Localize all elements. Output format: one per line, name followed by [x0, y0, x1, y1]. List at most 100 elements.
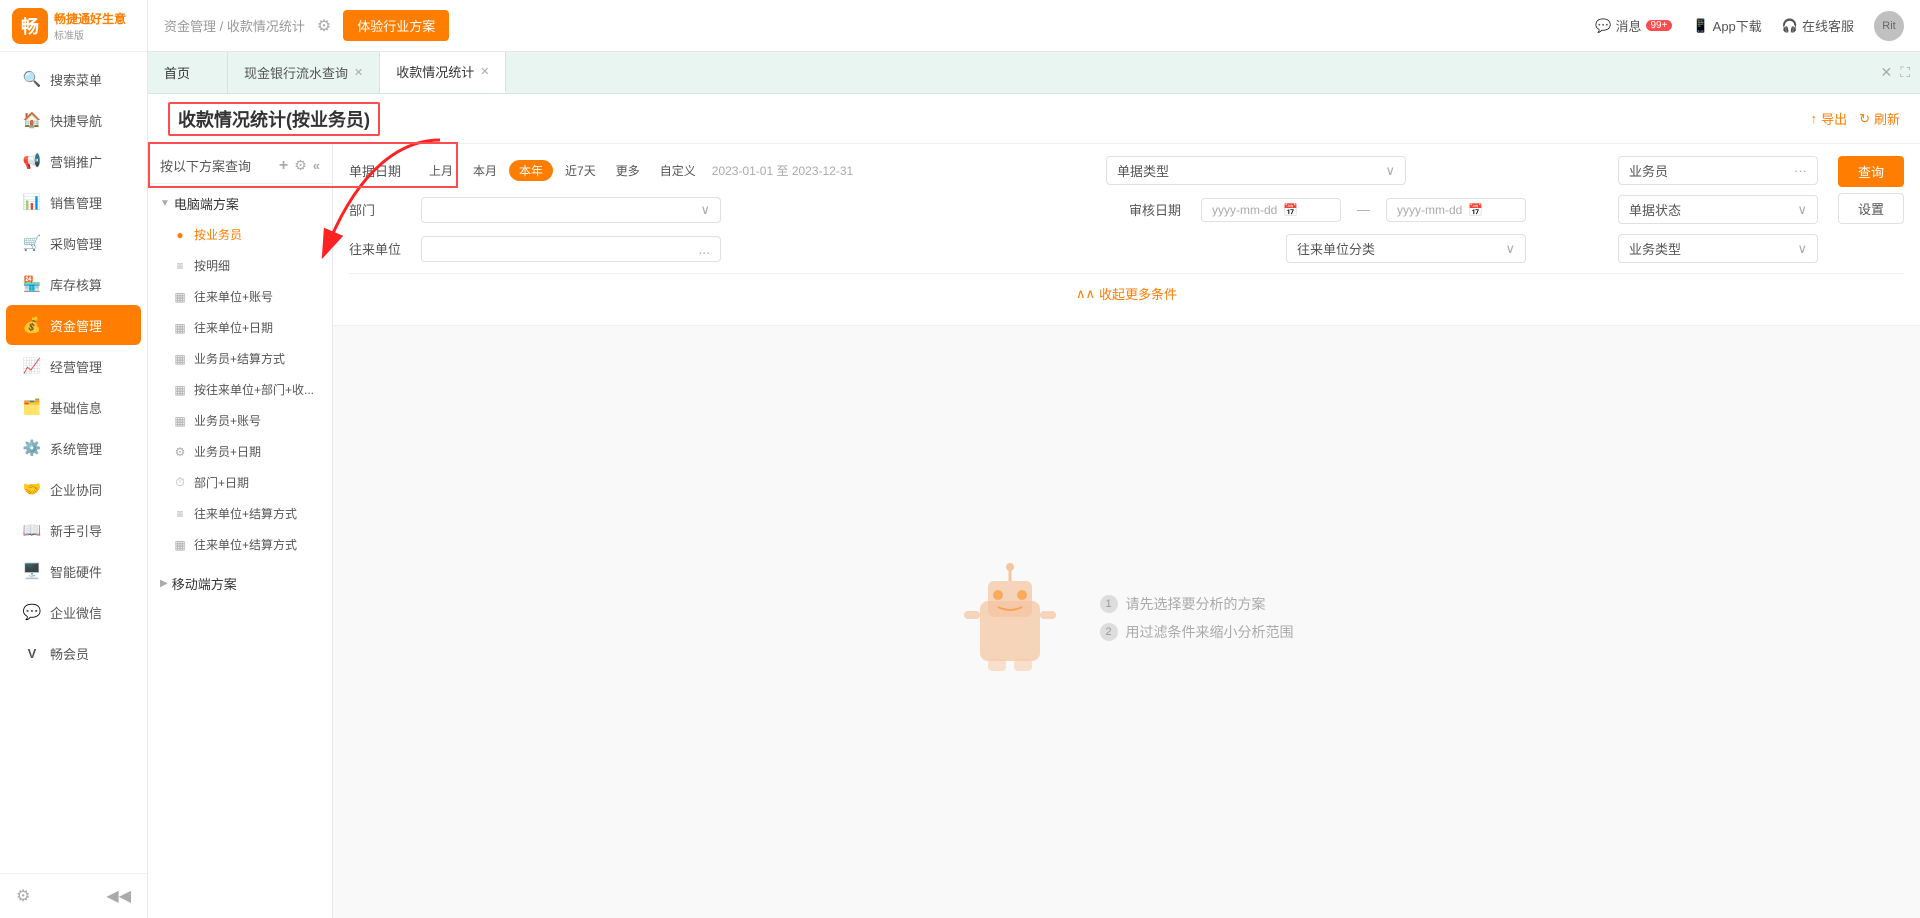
business-type-select[interactable]: 业务类型 ∨ — [1618, 234, 1818, 263]
scheme-item-partner-settlement2[interactable]: ▦ 往来单位+结算方式 — [148, 529, 332, 560]
counterpart-cat-chevron: ∨ — [1505, 241, 1515, 257]
sidebar-item-inventory[interactable]: 🏪 库存核算 — [6, 264, 141, 304]
breadcrumb: 资金管理 / 收款情况统计 — [164, 16, 305, 35]
add-scheme-icon[interactable]: + — [279, 157, 288, 175]
date-label: 单据日期 — [349, 161, 405, 180]
active-scheme-icon: ● — [172, 227, 188, 243]
top-header: 资金管理 / 收款情况统计 ⚙ 体验行业方案 💬 消息 99+ 📱 App下载 … — [148, 0, 1920, 52]
date-tab-this-month[interactable]: 本月 — [465, 160, 505, 181]
empty-step-2: 2 用过滤条件来缩小分析范围 — [1100, 622, 1294, 642]
right-panel: 单据日期 上月 本月 本年 近7天 更多 自定义 2023-01-01 至 20… — [333, 144, 1920, 918]
scheme-item-partner-account[interactable]: ▦ 往来单位+账号 — [148, 281, 332, 312]
close-tab-icon[interactable]: ✕ — [1880, 64, 1892, 81]
message-action[interactable]: 💬 消息 99+ — [1595, 16, 1672, 35]
tab-receipt-stats[interactable]: 收款情况统计 ✕ — [380, 52, 506, 93]
sidebar-item-quick-nav[interactable]: 🏠 快捷导航 — [6, 100, 141, 140]
date-tab-custom[interactable]: 自定义 — [652, 160, 704, 181]
export-button[interactable]: ↑ 导出 — [1811, 109, 1848, 128]
collapse-up-icon: ∧∧ — [1076, 286, 1095, 302]
sidebar-logo: 畅 畅捷通好生意 标准版 — [0, 0, 147, 52]
business-type-chevron: ∨ — [1797, 241, 1807, 257]
empty-state: 1 请先选择要分析的方案 2 用过滤条件来缩小分析范围 — [333, 326, 1920, 918]
date-tab-more[interactable]: 更多 — [608, 160, 648, 181]
empty-step-1: 1 请先选择要分析的方案 — [1100, 594, 1294, 614]
audit-date-from[interactable]: yyyy-mm-dd 📅 — [1201, 198, 1341, 222]
date-tab-this-year[interactable]: 本年 — [509, 160, 553, 181]
query-button[interactable]: 查询 — [1838, 156, 1904, 187]
sidebar-item-marketing[interactable]: 📢 营销推广 — [6, 141, 141, 181]
sidebar-item-basic[interactable]: 🗂️ 基础信息 — [6, 387, 141, 427]
home-icon: 🏠 — [22, 110, 42, 130]
sidebar-item-system[interactable]: ⚙️ 系统管理 — [6, 428, 141, 468]
filter-area: 单据日期 上月 本月 本年 近7天 更多 自定义 2023-01-01 至 20… — [333, 144, 1920, 326]
user-avatar-action[interactable]: Rit — [1874, 11, 1904, 41]
sidebar-item-hardware[interactable]: 🖥️ 智能硬件 — [6, 551, 141, 591]
scheme-item-partner-settlement[interactable]: ≡ 往来单位+结算方式 — [148, 498, 332, 529]
counterpart-category-select[interactable]: 往来单位分类 ∨ — [1286, 234, 1526, 263]
scheme-item-staff-date[interactable]: ⚙ 业务员+日期 — [148, 436, 332, 467]
settings-footer-icon[interactable]: ⚙ — [16, 886, 30, 906]
scheme-item-partner-date[interactable]: ▦ 往来单位+日期 — [148, 312, 332, 343]
voucher-type-select[interactable]: 单据类型 ∨ — [1106, 156, 1406, 185]
sidebar-item-purchase[interactable]: 🛒 采购管理 — [6, 223, 141, 263]
date-tab-last-month[interactable]: 上月 — [421, 160, 461, 181]
date-separator: — — [1357, 202, 1370, 217]
scheme-settings-icon[interactable]: ⚙ — [294, 157, 307, 174]
tab-home[interactable]: 首页 — [148, 52, 228, 93]
message-icon: 💬 — [1595, 18, 1611, 34]
collapse-panel-icon[interactable]: « — [313, 158, 320, 173]
dept-select[interactable]: ∨ — [421, 197, 721, 223]
scheme-item-by-detail[interactable]: ≡ 按明细 — [148, 250, 332, 281]
scheme-group-desktop-title[interactable]: ▼ 电脑端方案 — [148, 188, 332, 219]
setting-button[interactable]: 设置 — [1838, 193, 1904, 224]
page-actions: ↑ 导出 ↻ 刷新 — [1811, 109, 1900, 128]
scheme-group-mobile-title[interactable]: ▶ 移动端方案 — [148, 568, 332, 599]
salesperson-select[interactable]: 业务员 ··· — [1618, 156, 1818, 185]
sidebar-item-guide[interactable]: 📖 新手引导 — [6, 510, 141, 550]
content-area: 按以下方案查询 + ⚙ « ▼ 电脑端方案 ● 按业务员 — [148, 144, 1920, 918]
sidebar-item-search[interactable]: 🔍 搜索菜单 — [6, 59, 141, 99]
scheme-item-staff-account[interactable]: ▦ 业务员+账号 — [148, 405, 332, 436]
date-tab-last7[interactable]: 近7天 — [557, 160, 604, 181]
calendar-icon: 📅 — [1283, 203, 1298, 217]
audit-date-to[interactable]: yyyy-mm-dd 📅 — [1386, 198, 1526, 222]
tab-close-receipt-stats[interactable]: ✕ — [480, 65, 489, 78]
member-icon: V — [22, 643, 42, 663]
scheme-item-staff-settlement[interactable]: ▦ 业务员+结算方式 — [148, 343, 332, 374]
sidebar-item-sales[interactable]: 📊 销售管理 — [6, 182, 141, 222]
detail-icon: ≡ — [172, 258, 188, 274]
maximize-icon[interactable]: ⛶ — [1900, 64, 1910, 81]
basic-icon: 🗂️ — [22, 397, 42, 417]
trial-button[interactable]: 体验行业方案 — [343, 10, 449, 41]
app-download-action[interactable]: 📱 App下载 — [1692, 16, 1761, 35]
sidebar-item-operations[interactable]: 📈 经营管理 — [6, 346, 141, 386]
sidebar-item-enterprise[interactable]: 🤝 企业协同 — [6, 469, 141, 509]
refresh-button[interactable]: ↻ 刷新 — [1859, 109, 1900, 128]
sidebar-item-wechat[interactable]: 💬 企业微信 — [6, 592, 141, 632]
logo-icon: 畅 — [12, 8, 48, 44]
left-panel-header-right: + ⚙ « — [279, 157, 320, 175]
sales-icon: 📊 — [22, 192, 42, 212]
scheme-item-dept-date[interactable]: ⏱ 部门+日期 — [148, 467, 332, 498]
collapse-bar[interactable]: ∧∧ 收起更多条件 — [349, 273, 1904, 313]
step-1-number: 1 — [1100, 595, 1118, 613]
service-icon: 🎧 — [1782, 18, 1798, 34]
chevron-down-icon: ▼ — [160, 198, 170, 209]
voucher-status-select[interactable]: 单据状态 ∨ — [1618, 195, 1818, 224]
counterpart-select[interactable]: ... — [421, 236, 721, 262]
date-range-display: 2023-01-01 至 2023-12-31 — [712, 162, 853, 179]
sidebar-item-member[interactable]: V 畅会员 — [6, 633, 141, 673]
scheme-item-partner-dept[interactable]: ▦ 按往来单位+部门+收... — [148, 374, 332, 405]
scheme-item-by-staff[interactable]: ● 按业务员 — [148, 219, 332, 250]
tab-close-bank-flow[interactable]: ✕ — [354, 66, 363, 79]
dept-date-icon: ⏱ — [172, 475, 188, 491]
online-service-action[interactable]: 🎧 在线客服 — [1782, 16, 1854, 35]
collapse-sidebar-icon[interactable]: ◀◀ — [106, 886, 131, 906]
counterpart-dots[interactable]: ... — [698, 241, 710, 257]
enterprise-icon: 🤝 — [22, 479, 42, 499]
gear-icon[interactable]: ⚙ — [317, 16, 331, 36]
voucher-type-chevron: ∨ — [1385, 163, 1395, 179]
tab-bar: 首页 现金银行流水查询 ✕ 收款情况统计 ✕ ✕ ⛶ — [148, 52, 1920, 94]
tab-bank-flow[interactable]: 现金银行流水查询 ✕ — [228, 52, 380, 93]
sidebar-item-finance[interactable]: 💰 资金管理 — [6, 305, 141, 345]
